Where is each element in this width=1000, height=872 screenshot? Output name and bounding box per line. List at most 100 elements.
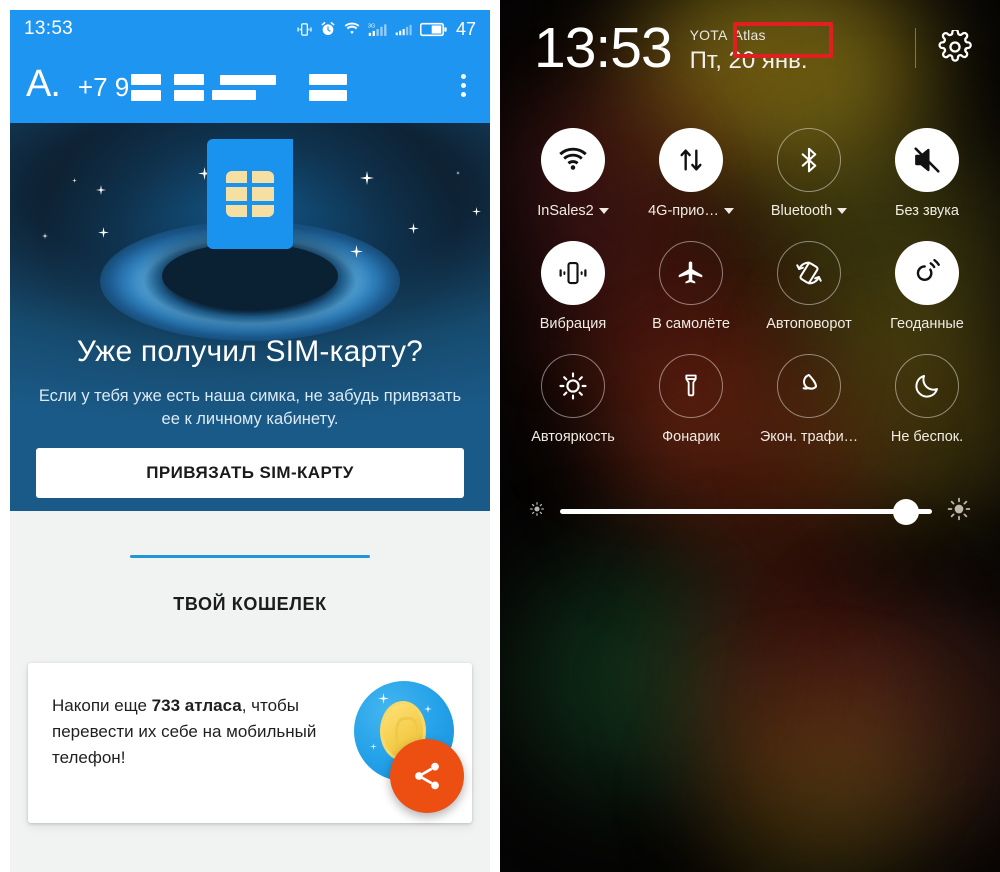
carrier-date-block: YOTA Atlas Пт, 20 янв. <box>689 22 833 75</box>
qs-label-location: Геоданные <box>890 316 964 332</box>
qs-label-do-not-disturb: Не беспок. <box>891 429 963 445</box>
qs-label-text: Фонарик <box>662 429 720 445</box>
left-phone-screenshot: 13:53 3G 47 A. +7 9 Уже получил SIM-карт… <box>0 0 500 872</box>
qs-label-silent: Без звука <box>895 203 959 219</box>
quick-settings-grid: InSales2 4G-прио… Bluetooth Без звука Ви… <box>500 128 1000 445</box>
qs-tile-auto-rotate[interactable]: Автоповорот <box>750 241 868 332</box>
atlas-app-screen: 13:53 3G 47 A. +7 9 Уже получил SIM-карт… <box>10 10 490 872</box>
small-sun-icon <box>528 500 546 523</box>
android-status-bar: 13:53 3G 47 <box>10 10 490 48</box>
qs-label-mobile-data: 4G-прио… <box>648 203 734 219</box>
qs-label-auto-rotate: Автоповорот <box>766 316 852 332</box>
carrier-name: YOTA <box>689 27 728 43</box>
carrier-line: YOTA Atlas <box>690 27 766 43</box>
qs-label-text: 4G-прио… <box>648 203 719 219</box>
redaction-block-3 <box>204 75 277 100</box>
svg-text:3G: 3G <box>368 23 375 29</box>
network-name: Atlas <box>733 27 766 43</box>
large-sun-icon <box>946 496 972 527</box>
wallet-text-lead: Накопи еще <box>52 696 152 715</box>
chevron-down-icon[interactable] <box>723 208 734 214</box>
sparkle-decor <box>378 693 389 704</box>
qs-label-text: В самолёте <box>652 316 730 332</box>
app-toolbar: A. +7 9 <box>10 48 490 123</box>
qs-label-text: Не беспок. <box>890 429 964 445</box>
qs-label-text: Экон. трафи… <box>759 429 859 445</box>
qs-label-text: Геоданные <box>890 316 964 332</box>
wallet-section: ТВОЙ КОШЕЛЕК Накопи еще 733 атласа, чтоб… <box>10 511 490 823</box>
qs-tile-vibration[interactable]: Вибрация <box>514 241 632 332</box>
redaction-block-1 <box>130 74 162 101</box>
sim-card-illustration <box>207 139 293 249</box>
quick-settings-header: 13:53 YOTA Atlas Пт, 20 янв. <box>500 18 1000 78</box>
alarm-clock-icon <box>320 21 336 37</box>
battery-percentage: 47 <box>455 18 476 39</box>
wallet-amount: 733 атласа <box>151 696 242 715</box>
clock: 13:53 <box>534 16 673 80</box>
vibration-icon <box>541 241 605 305</box>
masked-phone-number: +7 9 <box>77 72 348 103</box>
qs-tile-mobile-data[interactable]: 4G-прио… <box>632 128 750 219</box>
qs-tile-wifi[interactable]: InSales2 <box>514 128 632 219</box>
status-bar-time: 13:53 <box>24 18 74 39</box>
banner-subtitle: Если у тебя уже есть наша симка, не забу… <box>38 387 462 428</box>
brightness-slider-thumb[interactable] <box>892 498 919 525</box>
moon-icon <box>895 354 959 418</box>
redaction-block-2 <box>161 74 205 101</box>
qs-label-vibration: Вибрация <box>540 316 606 332</box>
qs-label-text: Автоповорот <box>766 316 852 332</box>
brightness-slider-row <box>528 496 972 527</box>
quick-settings-screenshot: 13:53 YOTA Atlas Пт, 20 янв. InSales2 4G… <box>500 0 1000 872</box>
sparkle-decor <box>424 705 432 713</box>
wallet-card-text: Накопи еще 733 атласа, чтобы перевести и… <box>52 693 322 771</box>
qs-tile-location[interactable]: Геоданные <box>868 241 986 332</box>
qs-label-text: InSales2 <box>537 203 594 219</box>
qs-tile-do-not-disturb[interactable]: Не беспок. <box>868 354 986 445</box>
signal-3g-icon: 3G <box>368 21 388 37</box>
data-saver-icon <box>777 354 841 418</box>
redaction-block-4 <box>276 74 348 101</box>
qs-label-bluetooth: Bluetooth <box>770 203 848 219</box>
phone-prefix: +7 9 <box>77 72 130 102</box>
gear-icon <box>938 28 972 67</box>
sim-chip-icon <box>226 171 274 217</box>
banner-title: Уже получил SIM-карту? <box>76 335 424 368</box>
mobile-data-icon <box>659 128 723 192</box>
battery-icon <box>419 22 447 37</box>
flashlight-icon <box>659 354 723 418</box>
wallet-section-title: ТВОЙ КОШЕЛЕК <box>173 594 327 614</box>
chevron-down-icon[interactable] <box>837 208 848 214</box>
link-sim-card-button[interactable]: ПРИВЯЗАТЬ SIM-КАРТУ <box>36 448 464 498</box>
qs-tile-data-saver[interactable]: Экон. трафи… <box>750 354 868 445</box>
banner-halo-center <box>162 243 338 309</box>
header-actions <box>915 28 972 68</box>
chevron-down-icon[interactable] <box>598 208 609 214</box>
atlas-logo: A. <box>26 62 61 105</box>
auto-rotate-icon <box>777 241 841 305</box>
qs-tile-bluetooth[interactable]: Bluetooth <box>750 128 868 219</box>
date-label: Пт, 20 янв. <box>689 47 808 74</box>
share-button[interactable] <box>390 739 464 813</box>
brightness-slider-track[interactable] <box>560 498 932 525</box>
qs-tile-auto-brightness[interactable]: Автояркость <box>514 354 632 445</box>
vibrate-icon <box>296 21 313 38</box>
status-bar-icons: 3G 47 <box>296 19 476 40</box>
qs-tile-airplane-mode[interactable]: В самолёте <box>632 241 750 332</box>
qs-tile-silent[interactable]: Без звука <box>868 128 986 219</box>
section-divider <box>130 555 370 558</box>
location-icon <box>895 241 959 305</box>
qs-label-text: Автояркость <box>531 429 615 445</box>
sim-promo-banner: Уже получил SIM-карту? Если у тебя уже е… <box>10 123 490 511</box>
qs-label-wifi: InSales2 <box>537 203 609 219</box>
sparkle-decor <box>370 743 377 750</box>
overflow-menu-icon[interactable] <box>453 68 474 103</box>
signal-icon <box>395 21 413 37</box>
qs-label-auto-brightness: Автояркость <box>531 429 615 445</box>
qs-tile-flashlight[interactable]: Фонарик <box>632 354 750 445</box>
qs-label-data-saver: Экон. трафи… <box>760 429 858 445</box>
wallet-balance-card[interactable]: Накопи еще 733 атласа, чтобы перевести и… <box>28 663 472 823</box>
qs-label-text: Bluetooth <box>770 203 833 219</box>
settings-button[interactable] <box>938 28 972 67</box>
screenshot-root: 13:53 3G 47 A. +7 9 Уже получил SIM-карт… <box>0 0 1000 872</box>
header-divider <box>915 28 916 68</box>
